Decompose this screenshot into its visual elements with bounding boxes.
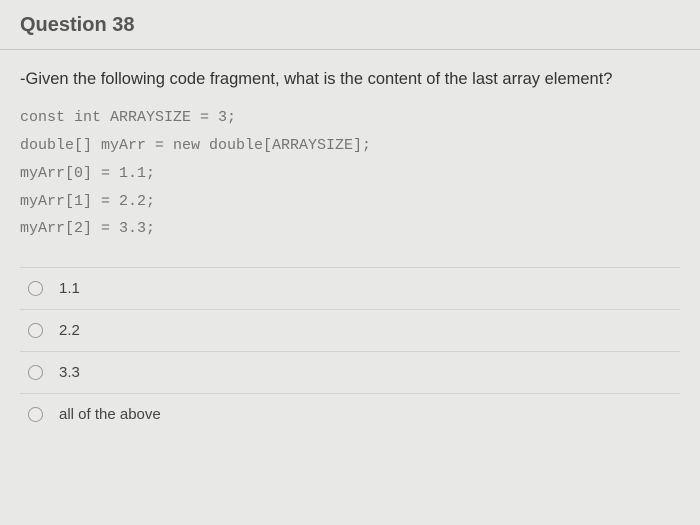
question-container: Question 38 -Given the following code fr… [0,0,700,445]
radio-icon[interactable] [28,407,43,422]
option-row[interactable]: 3.3 [20,352,680,394]
code-fragment: const int ARRAYSIZE = 3; double[] myArr … [20,104,680,243]
question-prompt: -Given the following code fragment, what… [20,68,680,90]
radio-icon[interactable] [28,281,43,296]
radio-icon[interactable] [28,365,43,380]
option-label: all of the above [59,406,161,423]
option-label: 2.2 [59,322,80,339]
radio-icon[interactable] [28,323,43,338]
options-list: 1.1 2.2 3.3 all of the above [20,267,680,435]
question-body: -Given the following code fragment, what… [0,50,700,445]
question-title: Question 38 [0,0,700,50]
option-label: 1.1 [59,280,80,297]
option-row[interactable]: all of the above [20,394,680,435]
option-row[interactable]: 1.1 [20,268,680,310]
option-label: 3.3 [59,364,80,381]
option-row[interactable]: 2.2 [20,310,680,352]
